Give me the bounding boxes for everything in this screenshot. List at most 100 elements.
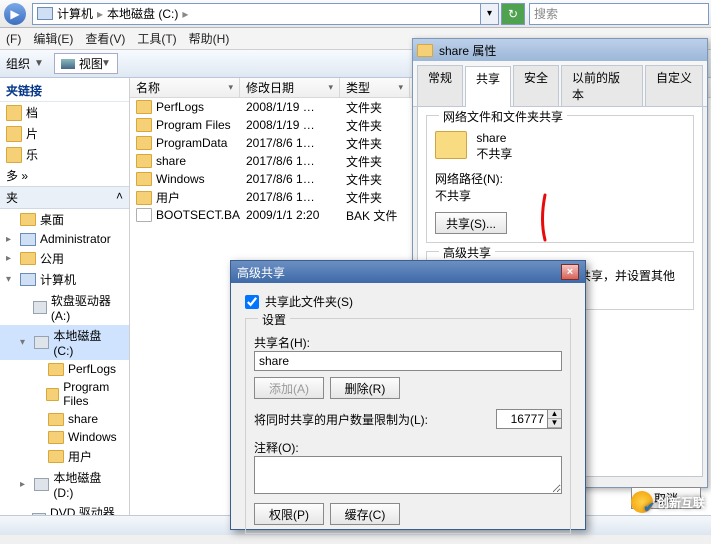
- path-box[interactable]: 计算机 ▸ 本地磁盘 (C:) ▸: [32, 3, 481, 25]
- menu-view[interactable]: 查看(V): [85, 30, 125, 47]
- tree-label: 本地磁盘 (D:): [53, 469, 123, 500]
- dialog-titlebar[interactable]: 高级共享 ×: [231, 261, 585, 283]
- path-seg[interactable]: 本地磁盘 (C:): [107, 5, 178, 22]
- drive-icon: [34, 336, 50, 349]
- checkbox-input[interactable]: [245, 295, 259, 309]
- fav-item[interactable]: 乐: [0, 144, 129, 165]
- path-sep-icon: ▸: [97, 7, 103, 21]
- folder-icon: [6, 126, 22, 142]
- checkbox-label: 共享此文件夹(S): [265, 293, 353, 310]
- sort-arrow-icon: ▾: [328, 82, 333, 93]
- folder-icon: [20, 252, 36, 265]
- watermark: 创新互联: [631, 491, 705, 513]
- folder-icon: [136, 154, 152, 168]
- computer-icon: [37, 7, 53, 20]
- tree-label: 本地磁盘 (C:): [53, 327, 123, 358]
- expand-icon[interactable]: ▸: [20, 479, 30, 490]
- user-icon: [20, 233, 36, 246]
- organize-button[interactable]: 组织: [6, 55, 30, 72]
- tab-general[interactable]: 常规: [417, 65, 463, 106]
- refresh-button[interactable]: ↻: [501, 3, 525, 25]
- user-limit-input[interactable]: [497, 410, 547, 428]
- menu-help[interactable]: 帮助(H): [189, 30, 230, 47]
- properties-title: share 属性: [439, 42, 496, 59]
- advanced-share-dialog: 高级共享 × 共享此文件夹(S) 设置 共享名(H): 添加(A) 删除(R) …: [230, 260, 586, 530]
- tree-item[interactable]: PerfLogs: [0, 360, 129, 378]
- tree-item[interactable]: Windows: [0, 428, 129, 446]
- tree-item[interactable]: 用户: [0, 446, 129, 467]
- delete-button[interactable]: 删除(R): [330, 377, 400, 399]
- folder-icon: [48, 413, 64, 426]
- sort-arrow-icon: ▾: [398, 82, 403, 93]
- fav-item[interactable]: 档: [0, 102, 129, 123]
- tree-item[interactable]: ▸公用: [0, 248, 129, 269]
- share-name-input[interactable]: [254, 351, 562, 371]
- expand-icon[interactable]: ▾: [20, 337, 30, 348]
- folders-head[interactable]: 夹 ˄: [0, 186, 129, 209]
- tree-item[interactable]: 桌面: [0, 209, 129, 230]
- tree-item[interactable]: ▸DVD 驱动器 (E:): [0, 502, 129, 515]
- tab-share[interactable]: 共享: [465, 66, 511, 107]
- cache-button[interactable]: 缓存(C): [330, 503, 400, 525]
- folder-icon: [6, 105, 22, 121]
- fav-item[interactable]: 片: [0, 123, 129, 144]
- expand-icon[interactable]: ▸: [6, 234, 16, 245]
- add-button[interactable]: 添加(A): [254, 377, 324, 399]
- chevron-down-icon: ▼: [101, 58, 111, 69]
- dialog-title: 高级共享: [237, 264, 285, 281]
- share-folder-checkbox[interactable]: 共享此文件夹(S): [245, 293, 571, 310]
- tree-label: PerfLogs: [68, 362, 116, 376]
- expand-icon[interactable]: ▾: [6, 274, 16, 285]
- drive-icon: [33, 301, 47, 314]
- folder-icon: [6, 147, 22, 163]
- comment-input[interactable]: [254, 456, 562, 494]
- netpath-label: 网络路径(N):: [435, 170, 685, 187]
- expand-icon[interactable]: ▸: [6, 253, 16, 264]
- close-button[interactable]: ×: [561, 264, 579, 280]
- user-limit-label: 将同时共享的用户数量限制为(L):: [254, 411, 488, 428]
- folder-icon: [48, 363, 64, 376]
- views-icon: [61, 59, 75, 69]
- menu-tools[interactable]: 工具(T): [137, 30, 176, 47]
- search-placeholder: 搜索: [534, 5, 558, 22]
- fav-more[interactable]: 多 »: [0, 165, 129, 186]
- properties-titlebar[interactable]: share 属性: [413, 39, 707, 61]
- folder-icon: [136, 118, 152, 132]
- col-date[interactable]: 修改日期▾: [240, 78, 340, 97]
- folder-icon: [48, 431, 64, 444]
- tree-item[interactable]: share: [0, 410, 129, 428]
- tab-security[interactable]: 安全: [513, 65, 559, 106]
- permissions-button[interactable]: 权限(P): [254, 503, 324, 525]
- tree-label: share: [68, 412, 98, 426]
- chevron-up-icon: ˄: [116, 189, 123, 203]
- tab-previous[interactable]: 以前的版本: [561, 65, 643, 106]
- views-label: 视图: [79, 55, 103, 72]
- spin-down-icon[interactable]: ▼: [548, 419, 561, 428]
- search-input[interactable]: 搜索: [529, 3, 709, 25]
- views-button[interactable]: 视图 ▼: [54, 53, 118, 74]
- col-name[interactable]: 名称▾: [130, 78, 240, 97]
- watermark-text: 创新互联: [657, 494, 705, 511]
- tree-item[interactable]: ▾计算机: [0, 269, 129, 290]
- menu-edit[interactable]: 编辑(E): [33, 30, 73, 47]
- path-sep-icon: ▸: [182, 7, 188, 21]
- chevron-down-icon[interactable]: ▼: [34, 58, 44, 69]
- tree-item[interactable]: Program Files: [0, 378, 129, 410]
- user-limit-spinner[interactable]: ▲▼: [496, 409, 562, 429]
- share-state: 不共享: [476, 145, 512, 162]
- left-nav: 夹链接 档 片 乐 多 » 夹 ˄ 桌面▸Administrator▸公用▾计算…: [0, 78, 130, 515]
- path-dropdown[interactable]: ▾: [481, 3, 499, 25]
- tree-item[interactable]: ▸ 本地磁盘 (D:): [0, 467, 129, 502]
- nav-forward-icon[interactable]: ▶: [4, 3, 26, 25]
- col-type[interactable]: 类型▾: [340, 78, 410, 97]
- folder-icon: [136, 100, 152, 114]
- tree-item[interactable]: 软盘驱动器 (A:): [0, 290, 129, 325]
- tree-label: Administrator: [40, 232, 111, 246]
- comment-label: 注释(O):: [254, 439, 562, 456]
- tab-custom[interactable]: 自定义: [645, 65, 703, 106]
- menu-file[interactable]: (F): [6, 32, 21, 46]
- tree-item[interactable]: ▾ 本地磁盘 (C:): [0, 325, 129, 360]
- share-button[interactable]: 共享(S)...: [435, 212, 507, 234]
- path-seg[interactable]: 计算机: [57, 5, 93, 22]
- tree-item[interactable]: ▸ Administrator: [0, 230, 129, 248]
